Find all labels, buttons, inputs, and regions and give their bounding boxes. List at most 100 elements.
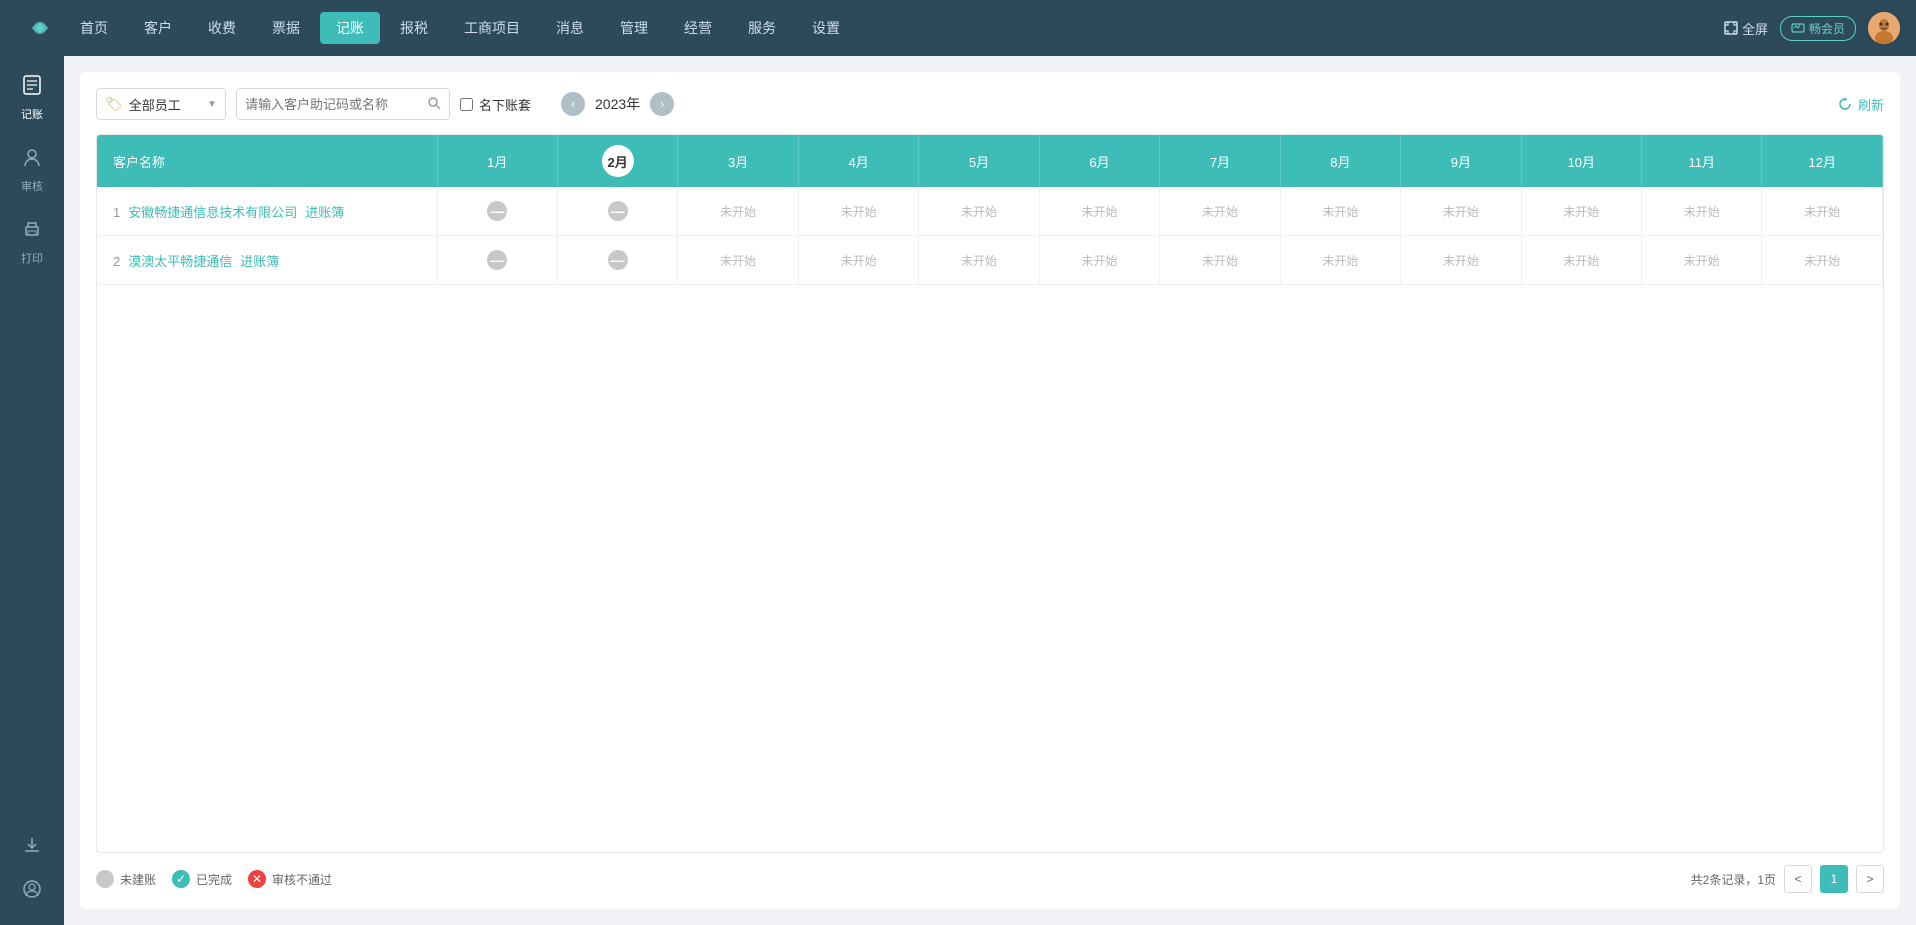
toolbar: 🏷 全部员工 ▼ 名下账套	[96, 88, 1884, 120]
refresh-btn[interactable]: 刷新	[1838, 95, 1884, 114]
cell-month-1-8: 未开始	[1401, 236, 1521, 285]
search-icon[interactable]	[427, 96, 441, 113]
table-header-row: 客户名称 1月 2月 3月 4月 5月 6月 7月 8月 9月	[97, 135, 1883, 187]
table-body: 1安徽畅捷通信息技术有限公司进账簿——未开始未开始未开始未开始未开始未开始未开始…	[97, 187, 1883, 285]
nav-accounting[interactable]: 记账	[320, 12, 380, 44]
fullscreen-btn[interactable]: 全屏	[1724, 19, 1768, 38]
col-aug: 8月	[1280, 135, 1400, 187]
cell-month-0-6: 未开始	[1160, 187, 1280, 236]
employee-select-text: 全部员工	[129, 95, 201, 114]
nav-tax[interactable]: 报税	[384, 12, 444, 44]
legend-rejected-label: 审核不通过	[272, 871, 332, 888]
enter-ledger-btn-1[interactable]: 进账簿	[240, 254, 279, 269]
sidebar-item-accounting[interactable]: 记账	[4, 64, 60, 132]
main-table: 客户名称 1月 2月 3月 4月 5月 6月 7月 8月 9月	[97, 135, 1883, 285]
refresh-label: 刷新	[1858, 95, 1884, 114]
search-input[interactable]	[245, 97, 421, 112]
employee-icon: 🏷	[105, 96, 123, 113]
col-may: 5月	[919, 135, 1039, 187]
sidebar-item-print[interactable]: 打印	[4, 208, 60, 276]
nav-client[interactable]: 客户	[128, 12, 188, 44]
footer-right: 共2条记录，1页 < 1 >	[1691, 865, 1884, 893]
col-jul: 7月	[1160, 135, 1280, 187]
cell-month-0-9: 未开始	[1521, 187, 1641, 236]
sidebar-label-print: 打印	[21, 250, 43, 266]
avatar[interactable]	[1868, 12, 1900, 44]
main-layout: 记账 审核 打印	[0, 56, 1916, 925]
nav-right: 全屏 畅会员	[1724, 12, 1900, 44]
cell-month-0-5: 未开始	[1039, 187, 1159, 236]
col-name: 客户名称	[97, 135, 437, 187]
status-not-started: 未开始	[841, 205, 877, 219]
sidebar-user-btn[interactable]	[4, 869, 60, 909]
name-account-checkbox[interactable]	[460, 98, 473, 111]
sidebar: 记账 审核 打印	[0, 56, 64, 925]
cell-month-0-1: —	[557, 187, 677, 236]
status-not-started: 未开始	[841, 254, 877, 268]
col-jan: 1月	[437, 135, 557, 187]
cell-month-1-4: 未开始	[919, 236, 1039, 285]
cell-month-1-1: —	[557, 236, 677, 285]
cell-month-0-7: 未开始	[1280, 187, 1400, 236]
col-dec: 12月	[1762, 135, 1883, 187]
table-footer: 未建账 ✓ 已完成 ✕ 审核不通过 共2条记录，1页 < 1 >	[96, 853, 1884, 893]
active-month-circle: 2月	[602, 145, 634, 177]
legend-teal-icon: ✓	[172, 870, 190, 888]
nav-items: 首页 客户 收费 票据 记账 报税 工商项目 消息 管理 经营 服务 设置	[64, 12, 1724, 44]
top-nav: 首页 客户 收费 票据 记账 报税 工商项目 消息 管理 经营 服务 设置 全屏…	[0, 0, 1916, 56]
sidebar-download-btn[interactable]	[4, 825, 60, 865]
status-not-started: 未开始	[1202, 205, 1238, 219]
cell-month-1-9: 未开始	[1521, 236, 1641, 285]
print-icon	[21, 218, 43, 246]
nav-service[interactable]: 服务	[732, 12, 792, 44]
prev-page-btn[interactable]: <	[1784, 865, 1812, 893]
legend-red-icon: ✕	[248, 870, 266, 888]
enter-ledger-btn-0[interactable]: 进账簿	[305, 205, 344, 220]
prev-year-btn[interactable]: ‹	[561, 92, 585, 116]
nav-settings[interactable]: 设置	[796, 12, 856, 44]
next-year-btn[interactable]: ›	[650, 92, 674, 116]
dropdown-arrow-icon: ▼	[207, 99, 217, 110]
cell-month-0-0: —	[437, 187, 557, 236]
checkbox-label: 名下账套	[479, 95, 531, 114]
nav-message[interactable]: 消息	[540, 12, 600, 44]
sidebar-bottom	[4, 825, 60, 917]
checkbox-wrap[interactable]: 名下账套	[460, 95, 531, 114]
cell-month-1-10: 未开始	[1642, 236, 1762, 285]
vip-btn[interactable]: 畅会员	[1780, 16, 1856, 41]
cell-month-1-7: 未开始	[1280, 236, 1400, 285]
content-area: 🏷 全部员工 ▼ 名下账套	[64, 56, 1916, 925]
sidebar-item-audit[interactable]: 审核	[4, 136, 60, 204]
legend-completed-label: 已完成	[196, 871, 232, 888]
status-not-started: 未开始	[1202, 254, 1238, 268]
nav-biz[interactable]: 工商项目	[448, 12, 536, 44]
cell-month-1-5: 未开始	[1039, 236, 1159, 285]
status-not-started: 未开始	[1804, 205, 1840, 219]
nav-operation[interactable]: 经营	[668, 12, 728, 44]
status-not-started: 未开始	[1563, 205, 1599, 219]
legend-rejected: ✕ 审核不通过	[248, 870, 332, 888]
status-not-started: 未开始	[1684, 205, 1720, 219]
nav-manage[interactable]: 管理	[604, 12, 664, 44]
cell-month-0-8: 未开始	[1401, 187, 1521, 236]
year-text: 2023年	[595, 94, 640, 114]
cell-month-0-3: 未开始	[798, 187, 918, 236]
col-apr: 4月	[798, 135, 918, 187]
nav-invoice[interactable]: 票据	[256, 12, 316, 44]
status-not-started: 未开始	[720, 205, 756, 219]
current-page-btn[interactable]: 1	[1820, 865, 1848, 893]
nav-home[interactable]: 首页	[64, 12, 124, 44]
vip-label: 畅会员	[1809, 20, 1845, 37]
company-name-1[interactable]: 漠澳太平畅捷通信	[128, 254, 232, 269]
status-not-started: 未开始	[1081, 254, 1117, 268]
dash-icon: —	[487, 250, 507, 270]
dash-icon: —	[608, 201, 628, 221]
employee-select[interactable]: 🏷 全部员工 ▼	[96, 88, 226, 120]
nav-fee[interactable]: 收费	[192, 12, 252, 44]
next-page-btn[interactable]: >	[1856, 865, 1884, 893]
company-name-0[interactable]: 安徽畅捷通信息技术有限公司	[128, 205, 297, 220]
sidebar-label-accounting: 记账	[21, 106, 43, 122]
content-card: 🏷 全部员工 ▼ 名下账套	[80, 72, 1900, 909]
legend-completed: ✓ 已完成	[172, 870, 232, 888]
col-oct: 10月	[1521, 135, 1641, 187]
